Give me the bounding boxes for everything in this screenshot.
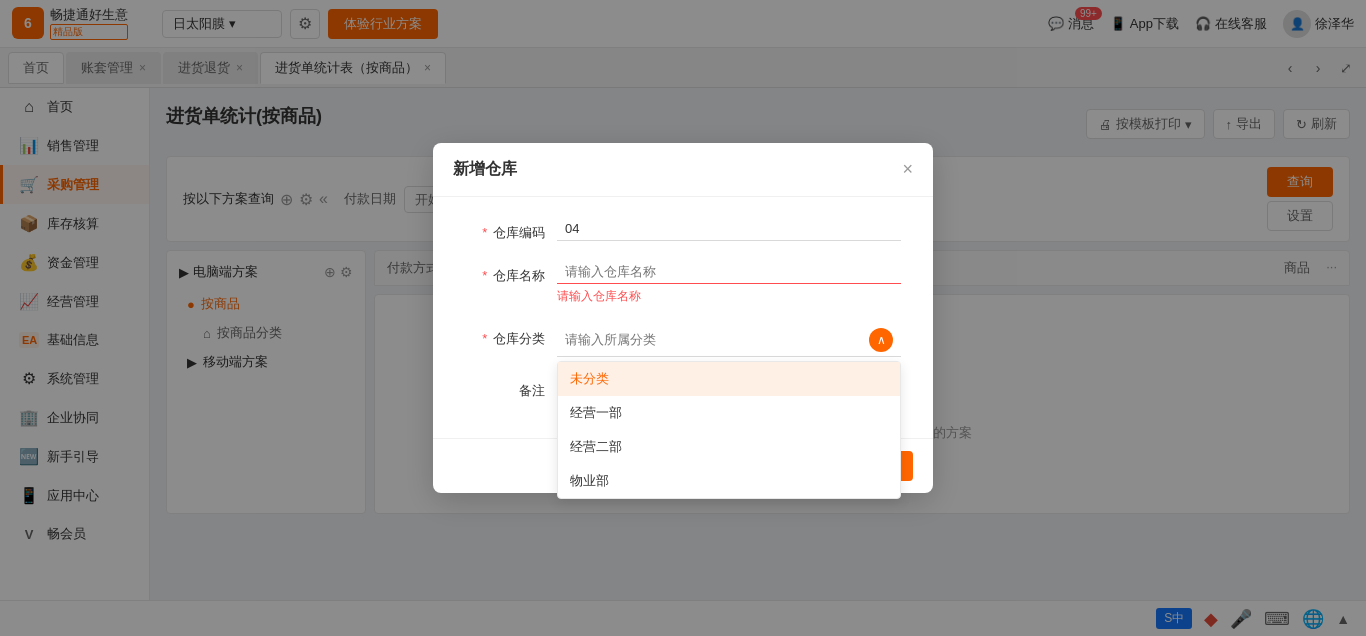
form-row-name: * 仓库名称 请输入仓库名称 [465, 260, 901, 305]
modal-title: 新增仓库 [453, 159, 517, 180]
category-dropdown-list: 未分类 经营一部 经营二部 物业部 [557, 361, 901, 499]
code-input[interactable] [557, 217, 901, 241]
dropdown-option-dept1[interactable]: 经营一部 [558, 396, 900, 430]
name-label: * 仓库名称 [465, 260, 545, 285]
dropdown-option-dept2[interactable]: 经营二部 [558, 430, 900, 464]
add-warehouse-modal: 新增仓库 × * 仓库编码 * 仓库名称 请输入仓库名称 [433, 143, 933, 493]
name-error-msg: 请输入仓库名称 [557, 288, 901, 305]
category-dropdown-wrap: ∧ 未分类 经营一部 经营二部 物业部 [557, 323, 901, 357]
dropdown-option-property[interactable]: 物业部 [558, 464, 900, 498]
category-dropdown-toggle[interactable]: ∧ [869, 328, 893, 352]
note-label: 备注 [465, 375, 545, 400]
name-input[interactable] [557, 260, 901, 284]
form-row-code: * 仓库编码 [465, 217, 901, 242]
modal-body: * 仓库编码 * 仓库名称 请输入仓库名称 * 仓库分类 [433, 197, 933, 438]
code-label: * 仓库编码 [465, 217, 545, 242]
category-label: * 仓库分类 [465, 323, 545, 348]
modal-header: 新增仓库 × [433, 143, 933, 197]
modal-close-button[interactable]: × [902, 159, 913, 180]
form-row-category: * 仓库分类 ∧ 未分类 经营一部 经营二部 物业部 [465, 323, 901, 357]
dropdown-option-unclassified[interactable]: 未分类 [558, 362, 900, 396]
category-input[interactable] [557, 323, 901, 357]
